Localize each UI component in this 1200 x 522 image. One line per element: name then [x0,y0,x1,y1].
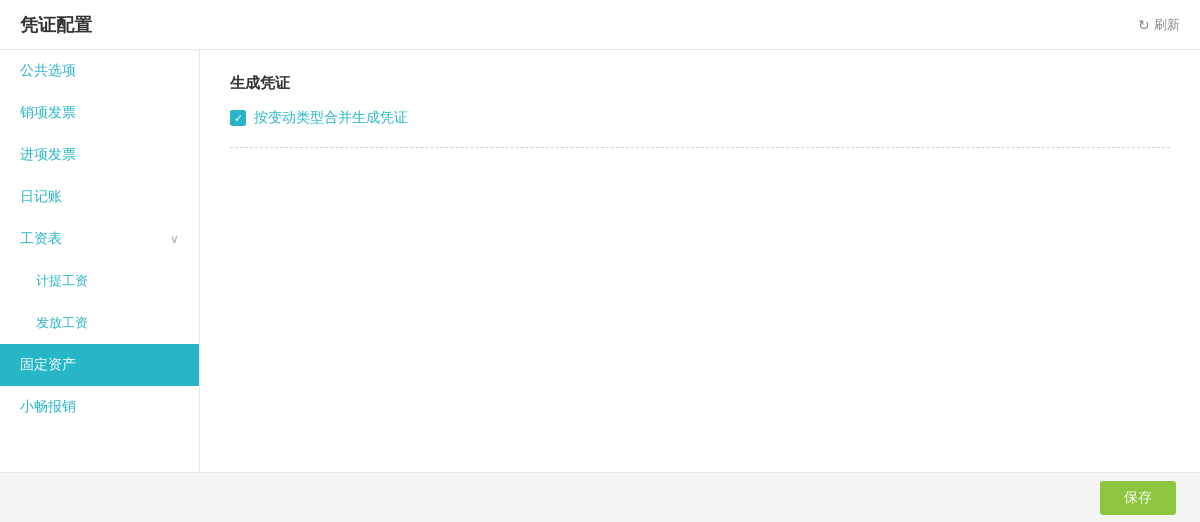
sidebar-item-journal[interactable]: 日记账 [0,176,199,218]
sidebar-item-label: 销项发票 [20,104,76,122]
sidebar-item-label: 计提工资 [36,272,88,290]
merge-generate-voucher-checkbox[interactable]: ✓ 按变动类型合并生成凭证 [230,109,408,127]
main-container: 公共选项销项发票进项发票日记账工资表 ∨ 计提工资发放工资固定资产小畅报销 生成凭证… [0,50,1200,472]
sidebar-item-label: 发放工资 [36,314,88,332]
section-divider [230,147,1170,148]
checkbox-label: 按变动类型合并生成凭证 [254,109,408,127]
sidebar-item-expense-claim[interactable]: 小畅报销 [0,386,199,428]
sidebar-item-fixed-assets[interactable]: 固定资产 [0,344,199,386]
header: 凭证配置 ↻ 刷新 [0,0,1200,50]
content-area: 生成凭证 ✓ 按变动类型合并生成凭证 [200,50,1200,472]
refresh-button[interactable]: ↻ 刷新 [1138,16,1180,34]
sidebar-item-label: 工资表 [20,230,62,248]
section-title: 生成凭证 [230,74,1170,93]
refresh-icon: ↻ [1138,17,1150,33]
sidebar-item-payroll-accrual[interactable]: 计提工资 [0,260,199,302]
chevron-down-icon: ∨ [170,232,179,246]
sidebar-item-public-options[interactable]: 公共选项 [0,50,199,92]
footer: 保存 [0,472,1200,522]
sidebar-item-label: 固定资产 [20,356,76,374]
sidebar-item-label: 日记账 [20,188,62,206]
sidebar-item-sales-invoice[interactable]: 销项发票 [0,92,199,134]
save-button[interactable]: 保存 [1100,481,1176,515]
refresh-label: 刷新 [1154,16,1180,34]
sidebar-item-purchase-invoice[interactable]: 进项发票 [0,134,199,176]
sidebar-item-label: 进项发票 [20,146,76,164]
page-title: 凭证配置 [20,13,92,37]
checkbox-box: ✓ [230,110,246,126]
checkbox-row: ✓ 按变动类型合并生成凭证 [230,109,1170,127]
sidebar-item-payroll-release[interactable]: 发放工资 [0,302,199,344]
sidebar-item-payroll[interactable]: 工资表 ∨ [0,218,199,260]
sidebar: 公共选项销项发票进项发票日记账工资表 ∨ 计提工资发放工资固定资产小畅报销 [0,50,200,472]
check-mark-icon: ✓ [234,113,243,124]
sidebar-item-label: 公共选项 [20,62,76,80]
sidebar-item-label: 小畅报销 [20,398,76,416]
